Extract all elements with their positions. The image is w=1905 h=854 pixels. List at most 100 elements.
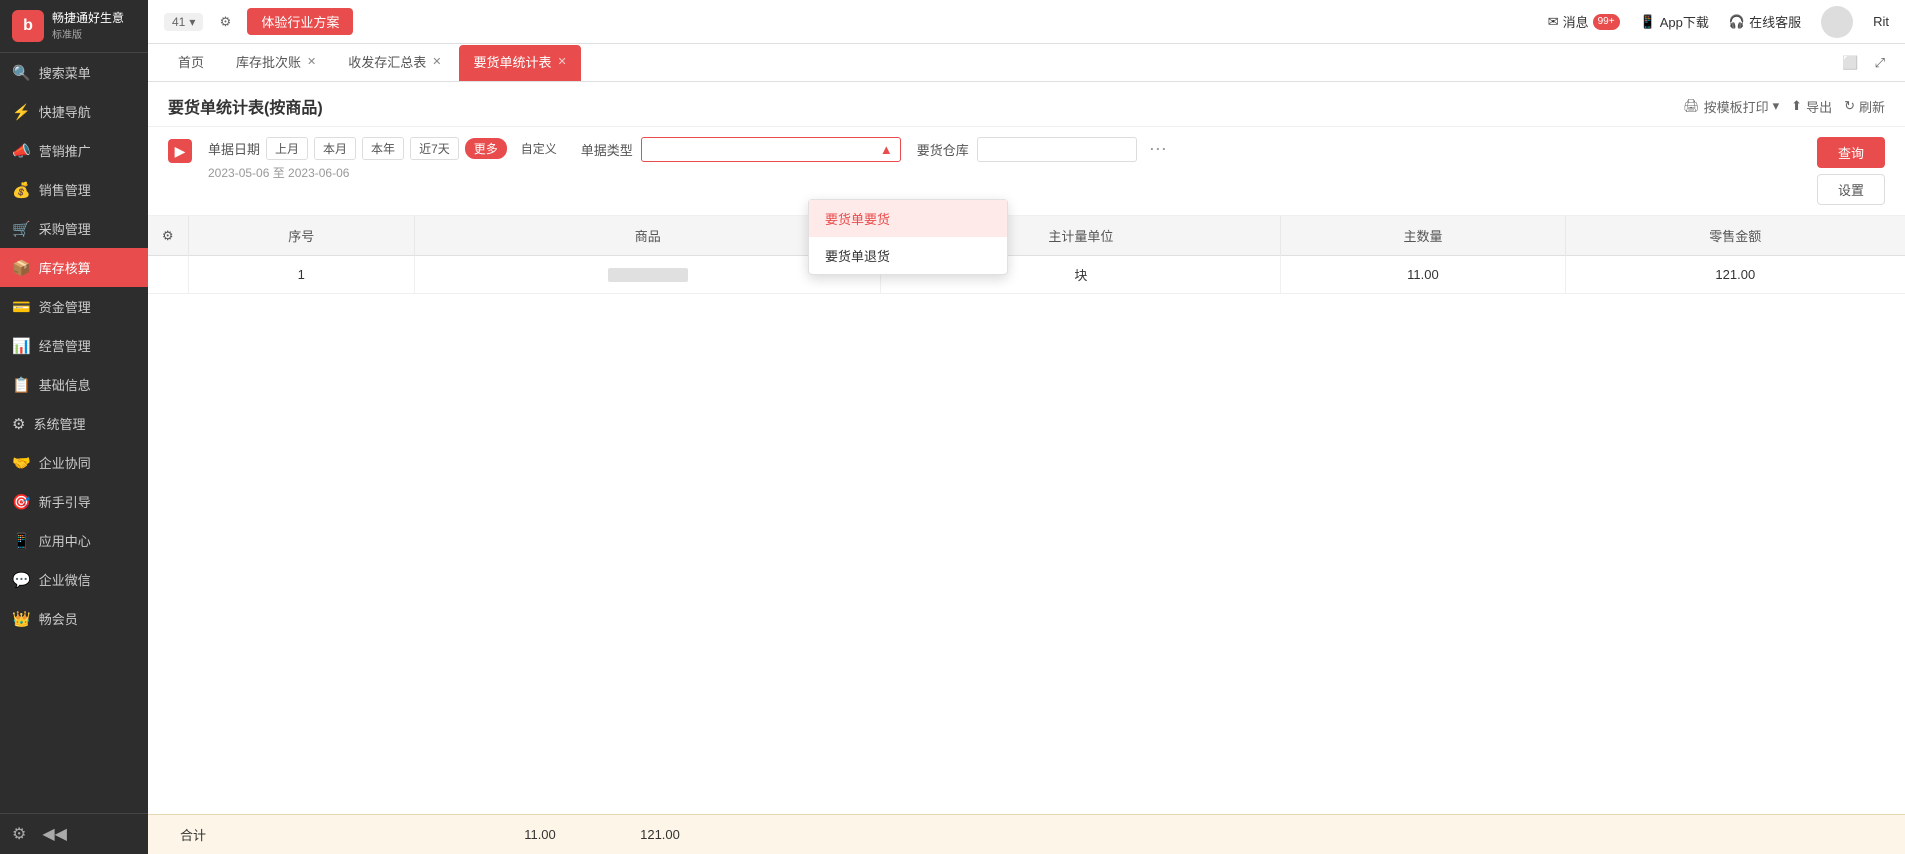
col-index: 序号 <box>188 216 415 256</box>
tab-fullscreen-icon[interactable]: ⤢ <box>1871 51 1889 75</box>
tab-order-stats[interactable]: 要货单统计表 ✕ <box>459 45 580 81</box>
tab-order-stats-close[interactable]: ✕ <box>558 55 567 68</box>
service-label: 在线客服 <box>1749 12 1801 31</box>
date-this-year-btn[interactable]: 本年 <box>362 137 404 160</box>
sidebar-item-enterprise[interactable]: 🤝 企业协同 <box>0 443 148 482</box>
date-more-btn[interactable]: 更多 <box>465 138 507 159</box>
query-button[interactable]: 查询 <box>1817 137 1885 168</box>
date-last-month-btn[interactable]: 上月 <box>266 137 308 160</box>
message-label: 消息 <box>1563 12 1589 31</box>
version-dropdown-icon: ▾ <box>189 15 195 29</box>
sidebar-item-finance[interactable]: 💳 资金管理 <box>0 287 148 326</box>
print-button[interactable]: 🖨 按模板打印 ▾ <box>1683 97 1779 116</box>
date-range-display: 2023-05-06 至 2023-06-06 <box>208 164 349 181</box>
export-button[interactable]: ⬆ 导出 <box>1791 97 1832 116</box>
content-area: 要货单统计表(按商品) 🖨 按模板打印 ▾ ⬆ 导出 ↻ 刷新 ▶ <box>148 82 1905 854</box>
version-selector[interactable]: 41 ▾ <box>164 13 203 31</box>
type-filter-input-wrapper: ▲ <box>641 137 901 162</box>
sidebar-settings-icon[interactable]: ⚙ <box>12 824 26 844</box>
tab-inventory-batch[interactable]: 库存批次账 ✕ <box>222 45 330 81</box>
filter-settings-button[interactable]: 设置 <box>1817 174 1885 205</box>
dropdown-item-order-goods[interactable]: 要货单要货 <box>809 200 1007 237</box>
sidebar-item-basic[interactable]: 📋 基础信息 <box>0 365 148 404</box>
table-row: 1 块 11.00 121.00 <box>148 256 1905 294</box>
sidebar-item-label: 资金管理 <box>39 297 91 316</box>
footer-amount: 121.00 <box>600 827 720 842</box>
sidebar-item-operations[interactable]: 📊 经营管理 <box>0 326 148 365</box>
inventory-icon: 📦 <box>12 259 31 277</box>
warehouse-filter-label: 要货仓库 <box>917 140 969 159</box>
tab-inventory-batch-close[interactable]: ✕ <box>307 55 316 68</box>
date-this-month-btn[interactable]: 本月 <box>314 137 356 160</box>
search-icon: 🔍 <box>12 64 31 82</box>
export-label: 导出 <box>1806 97 1832 116</box>
filter-expand-button[interactable]: ▶ <box>168 139 192 163</box>
sales-icon: 💰 <box>12 181 31 199</box>
tab-receivable-summary-close[interactable]: ✕ <box>432 55 441 68</box>
sidebar-item-inventory[interactable]: 📦 库存核算 <box>0 248 148 287</box>
page-header: 要货单统计表(按商品) 🖨 按模板打印 ▾ ⬆ 导出 ↻ 刷新 <box>148 82 1905 127</box>
sidebar-item-label: 基础信息 <box>39 375 91 394</box>
tab-home-label: 首页 <box>178 52 204 71</box>
refresh-icon: ↻ <box>1844 98 1855 114</box>
table-header-row: ⚙ 序号 商品 主计量单位 主数量 零售金额 <box>148 216 1905 256</box>
date-last-7days-btn[interactable]: 近7天 <box>410 137 459 160</box>
cell-amount: 121.00 <box>1565 256 1905 294</box>
main-area: 41 ▾ ⚙ 体验行业方案 ✉ 消息 99+ 📱 App下载 🎧 在线客服 Ri… <box>148 0 1905 854</box>
version-label: 41 <box>172 15 185 29</box>
tab-expand-icon[interactable]: ⬜ <box>1838 51 1862 75</box>
wechat-icon: 💬 <box>12 571 31 589</box>
sidebar-item-label: 快捷导航 <box>39 102 91 121</box>
system-icon: ⚙ <box>12 415 25 433</box>
user-avatar[interactable] <box>1821 6 1853 38</box>
date-filter-label: 单据日期 <box>208 139 260 158</box>
member-icon: 👑 <box>12 610 31 628</box>
data-table: ⚙ 序号 商品 主计量单位 主数量 零售金额 1 <box>148 216 1905 294</box>
refresh-button[interactable]: ↻ 刷新 <box>1844 97 1885 116</box>
app-logo: b 畅捷通好生意 标准版 <box>0 0 148 53</box>
operations-icon: 📊 <box>12 337 31 355</box>
appstore-icon: 📱 <box>12 532 31 550</box>
promo-button[interactable]: 体验行业方案 <box>247 8 353 35</box>
page-actions: 🖨 按模板打印 ▾ ⬆ 导出 ↻ 刷新 <box>1683 97 1885 116</box>
dropdown-item-order-goods-label: 要货单要货 <box>825 212 890 227</box>
warehouse-filter-input[interactable] <box>977 137 1137 162</box>
sidebar-item-purchase[interactable]: 🛒 采购管理 <box>0 209 148 248</box>
type-filter-label: 单据类型 <box>581 140 633 159</box>
date-custom-btn[interactable]: 自定义 <box>513 138 565 159</box>
sidebar-collapse-icon[interactable]: ◀◀ <box>42 824 67 844</box>
app-name: 畅捷通好生意 <box>52 11 124 27</box>
type-filter-input[interactable] <box>641 137 901 162</box>
topbar-left: 41 ▾ ⚙ 体验行业方案 <box>164 8 1548 36</box>
tab-receivable-summary[interactable]: 收发存汇总表 ✕ <box>334 45 455 81</box>
sidebar-item-member[interactable]: 👑 畅会员 <box>0 599 148 638</box>
sidebar-nav: 🔍 搜索菜单 ⚡ 快捷导航 📣 营销推广 💰 销售管理 🛒 采购管理 📦 库存核… <box>0 53 148 813</box>
app-label: App下载 <box>1660 12 1709 31</box>
sidebar-item-label: 企业协同 <box>39 453 91 472</box>
sidebar-item-guide[interactable]: 🎯 新手引导 <box>0 482 148 521</box>
sidebar-item-marketing[interactable]: 📣 营销推广 <box>0 131 148 170</box>
tab-expand: ⬜ ⤢ <box>1838 51 1889 75</box>
tab-home[interactable]: 首页 <box>164 45 218 81</box>
app-download-button[interactable]: 📱 App下载 <box>1640 12 1709 31</box>
export-icon: ⬆ <box>1791 98 1802 114</box>
sidebar-item-label: 系统管理 <box>33 414 85 433</box>
sidebar-item-label: 搜索菜单 <box>39 63 91 82</box>
warehouse-filter-more-icon[interactable]: ⋯ <box>1145 139 1171 160</box>
sidebar-item-appstore[interactable]: 📱 应用中心 <box>0 521 148 560</box>
dropdown-item-order-return[interactable]: 要货单退货 <box>809 237 1007 274</box>
sidebar-item-sales[interactable]: 💰 销售管理 <box>0 170 148 209</box>
col-settings[interactable]: ⚙ <box>148 216 188 256</box>
sidebar-item-shortcut[interactable]: ⚡ 快捷导航 <box>0 92 148 131</box>
online-service-button[interactable]: 🎧 在线客服 <box>1729 12 1801 31</box>
type-filter-arrow-up[interactable]: ▲ <box>880 142 893 157</box>
data-table-container: ⚙ 序号 商品 主计量单位 主数量 零售金额 1 <box>148 216 1905 814</box>
topbar-settings-icon[interactable]: ⚙ <box>211 8 239 36</box>
username-label[interactable]: Rit <box>1873 14 1889 29</box>
filter-actions: 查询 设置 <box>1817 137 1885 205</box>
sidebar-item-system[interactable]: ⚙ 系统管理 <box>0 404 148 443</box>
sidebar-item-search[interactable]: 🔍 搜索菜单 <box>0 53 148 92</box>
sidebar-item-wechat[interactable]: 💬 企业微信 <box>0 560 148 599</box>
shortcut-icon: ⚡ <box>12 103 31 121</box>
message-button[interactable]: ✉ 消息 99+ <box>1548 12 1620 31</box>
